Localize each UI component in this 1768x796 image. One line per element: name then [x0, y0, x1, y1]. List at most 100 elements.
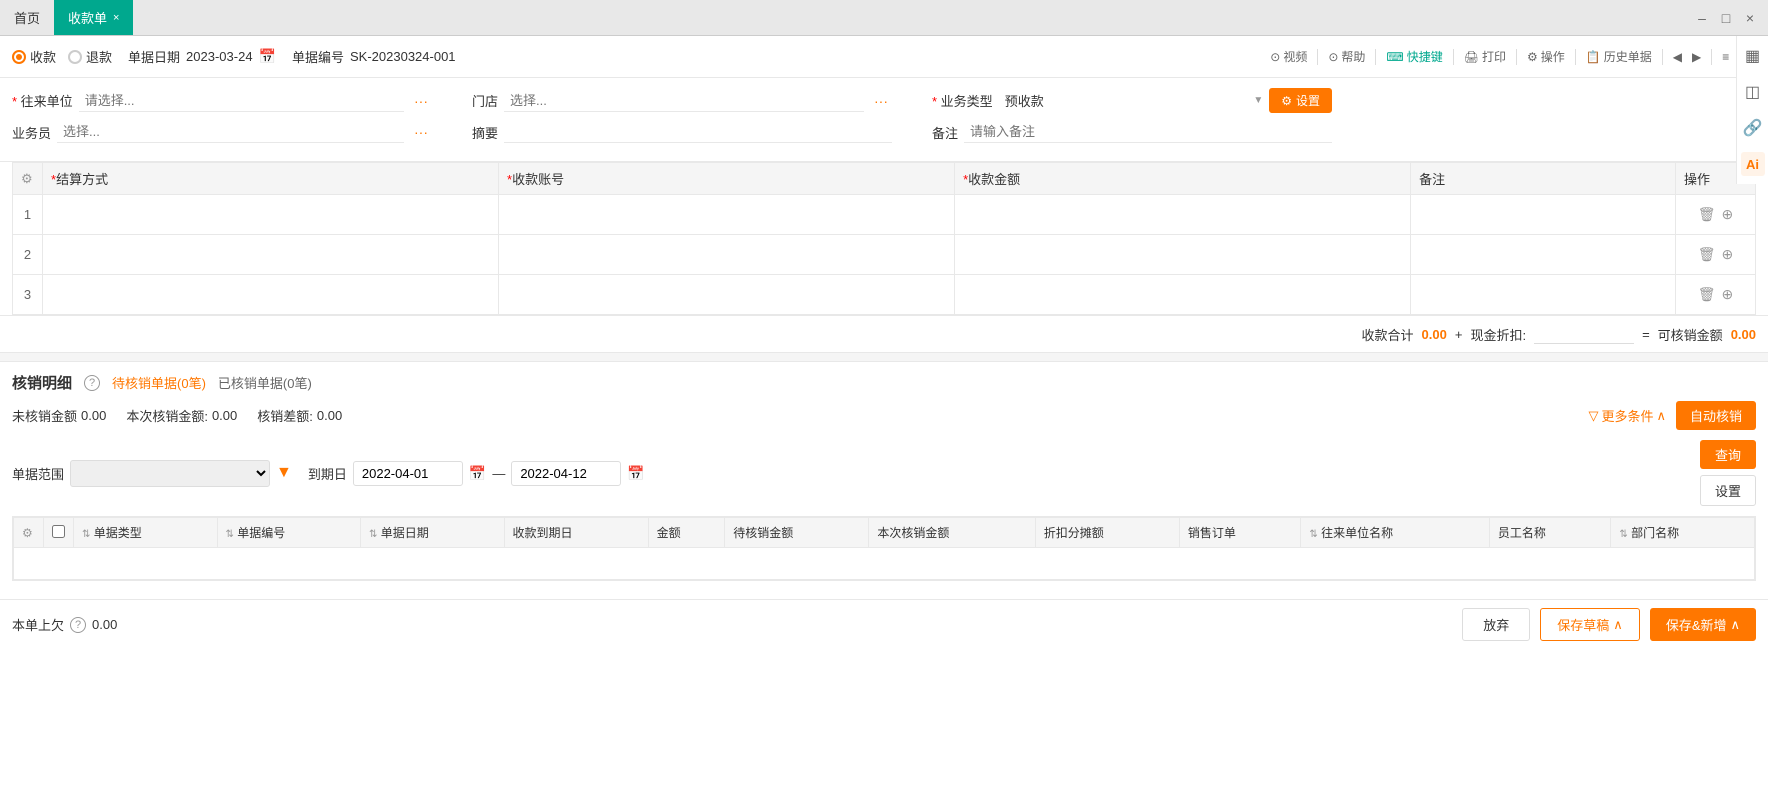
bt-select-all[interactable]: [52, 525, 65, 538]
row-2-payment[interactable]: [43, 235, 499, 275]
bt-amount-col: 金额: [648, 518, 725, 548]
row-3-payment[interactable]: [43, 275, 499, 315]
mode-receipt[interactable]: 收款: [12, 47, 56, 66]
due-date-field: 到期日 📅 — 📅: [308, 461, 645, 486]
maximize-button[interactable]: □: [1718, 10, 1734, 26]
row-2-note[interactable]: [1411, 235, 1676, 275]
row-2-actions: 🗑 ⊕: [1676, 235, 1756, 275]
staff-input[interactable]: [57, 121, 404, 143]
row-1-payment[interactable]: [43, 195, 499, 235]
date-to-input[interactable]: [511, 461, 621, 486]
row-2-amount[interactable]: [955, 235, 1411, 275]
save-new-button[interactable]: 保存&新增 ∧: [1650, 608, 1756, 641]
note-input[interactable]: [964, 121, 1332, 143]
completed-tab[interactable]: 已核销单据(0笔): [218, 373, 312, 392]
total-value: 0.00: [1422, 327, 1447, 342]
filter-settings-button[interactable]: 设置: [1700, 475, 1756, 506]
business-type-value: 预收款: [999, 88, 1250, 113]
row-3-copy-icon[interactable]: ⊕: [1722, 286, 1734, 303]
row-3-amount[interactable]: [955, 275, 1411, 315]
row-3-delete-icon[interactable]: 🗑: [1698, 286, 1716, 303]
save-draft-button[interactable]: 保存草稿 ∧: [1540, 608, 1640, 641]
top-toolbar: 收款 退款 单据日期 2023-03-24 📅 单据编号 SK-20230324…: [0, 36, 1768, 78]
shop-more-icon[interactable]: ···: [870, 93, 892, 109]
calendar-from-icon[interactable]: 📅: [469, 465, 486, 482]
unchecked-label: 未核销金额: [12, 406, 77, 425]
sidebar-ai-icon[interactable]: Ai: [1741, 152, 1765, 176]
staff-label: 业务员: [12, 123, 51, 142]
bt-sales-order-col: 销售订单: [1179, 518, 1301, 548]
table-gear-icon[interactable]: ⚙: [21, 171, 33, 186]
summary-label: 摘要: [472, 123, 498, 142]
row-1-note[interactable]: [1411, 195, 1676, 235]
minimize-button[interactable]: –: [1694, 10, 1710, 26]
summary-input[interactable]: [504, 121, 892, 143]
verification-info-icon[interactable]: ?: [84, 375, 100, 391]
table-container: ⚙ *结算方式 *收款账号 *收款金额 备注 操作 1: [0, 162, 1768, 315]
row-1-delete-icon[interactable]: 🗑: [1698, 206, 1716, 223]
nav-next[interactable]: ▶: [1692, 50, 1701, 64]
table-row: 2 🗑 ⊕: [13, 235, 1756, 275]
range-field: 单据范围 ▼: [12, 460, 292, 487]
footer-info-icon[interactable]: ?: [70, 617, 86, 633]
calendar-icon[interactable]: 📅: [259, 48, 276, 65]
business-type-chevron[interactable]: ▼: [1253, 95, 1263, 106]
nav-prev[interactable]: ◀: [1673, 50, 1682, 64]
settings-button[interactable]: ⚙设置: [1269, 88, 1332, 113]
more-conditions-link[interactable]: ▽ 更多条件 ∧: [1588, 406, 1666, 425]
query-button[interactable]: 查询: [1700, 440, 1756, 469]
help-link[interactable]: ⊙ 帮助: [1328, 48, 1365, 65]
partner-more-icon[interactable]: ···: [410, 93, 432, 109]
diff-label: 核销差额:: [257, 406, 313, 425]
summary-field: 摘要: [472, 121, 892, 143]
row-2-account[interactable]: [499, 235, 955, 275]
table-row: 3 🗑 ⊕: [13, 275, 1756, 315]
row-1-copy-icon[interactable]: ⊕: [1722, 206, 1734, 223]
business-type-field: * 业务类型 预收款 ▼ ⚙设置: [932, 88, 1332, 113]
tab-receipt[interactable]: 收款单 ×: [54, 0, 133, 35]
bt-gear-icon[interactable]: ⚙: [22, 526, 33, 540]
view-list[interactable]: ≡: [1722, 50, 1729, 64]
video-link[interactable]: ⊙ 视频: [1270, 48, 1307, 65]
mode-refund[interactable]: 退款: [68, 47, 112, 66]
history-link[interactable]: 📋 历史单据: [1586, 48, 1652, 65]
verification-title: 核销明细: [12, 372, 72, 393]
equals-sign: =: [1642, 327, 1650, 342]
row-2-copy-icon[interactable]: ⊕: [1722, 246, 1734, 263]
row-3-note[interactable]: [1411, 275, 1676, 315]
close-window-button[interactable]: ×: [1742, 10, 1758, 26]
sidebar-table-icon[interactable]: ▦: [1741, 44, 1765, 68]
tab-close-icon[interactable]: ×: [113, 12, 119, 24]
tab-home[interactable]: 首页: [0, 0, 54, 35]
operations-link[interactable]: ⚙ 操作: [1527, 48, 1565, 65]
date-separator: —: [492, 466, 505, 481]
discard-button[interactable]: 放弃: [1462, 608, 1530, 641]
row-3-account[interactable]: [499, 275, 955, 315]
bt-checkbox-col: [44, 518, 74, 548]
shop-field: 门店 ···: [472, 90, 892, 112]
shortcut-link[interactable]: ⌨ 快捷键: [1386, 48, 1442, 65]
discount-input[interactable]: [1534, 324, 1634, 344]
row-1-amount[interactable]: [955, 195, 1411, 235]
form-row-1: * 往来单位 ··· 门店 ··· * 业务类型 预收款: [12, 88, 1756, 113]
shop-label: 门店: [472, 91, 498, 110]
current-value: 0.00: [212, 408, 237, 423]
partner-input[interactable]: [79, 90, 404, 112]
right-sidebar: ▦ ◫ 🔗 Ai: [1736, 36, 1768, 184]
range-dropdown-chevron[interactable]: ▼: [276, 464, 292, 482]
auto-offset-button[interactable]: 自动核销: [1676, 401, 1756, 430]
unchecked-stat: 未核销金额 0.00: [12, 406, 106, 425]
calendar-to-icon[interactable]: 📅: [627, 465, 644, 482]
sidebar-attach-icon[interactable]: 🔗: [1741, 116, 1765, 140]
discount-label: 现金折扣:: [1470, 325, 1526, 344]
pending-tab[interactable]: 待核销单据(0笔): [112, 373, 206, 392]
staff-more-icon[interactable]: ···: [410, 124, 432, 140]
main-area: 收款 退款 单据日期 2023-03-24 📅 单据编号 SK-20230324…: [0, 36, 1768, 796]
row-2-delete-icon[interactable]: 🗑: [1698, 246, 1716, 263]
shop-input[interactable]: [504, 90, 864, 112]
row-1-account[interactable]: [499, 195, 955, 235]
date-from-input[interactable]: [353, 461, 463, 486]
print-link[interactable]: 🖨 打印: [1464, 48, 1506, 65]
range-select[interactable]: [70, 460, 270, 487]
sidebar-doc-icon[interactable]: ◫: [1741, 80, 1765, 104]
